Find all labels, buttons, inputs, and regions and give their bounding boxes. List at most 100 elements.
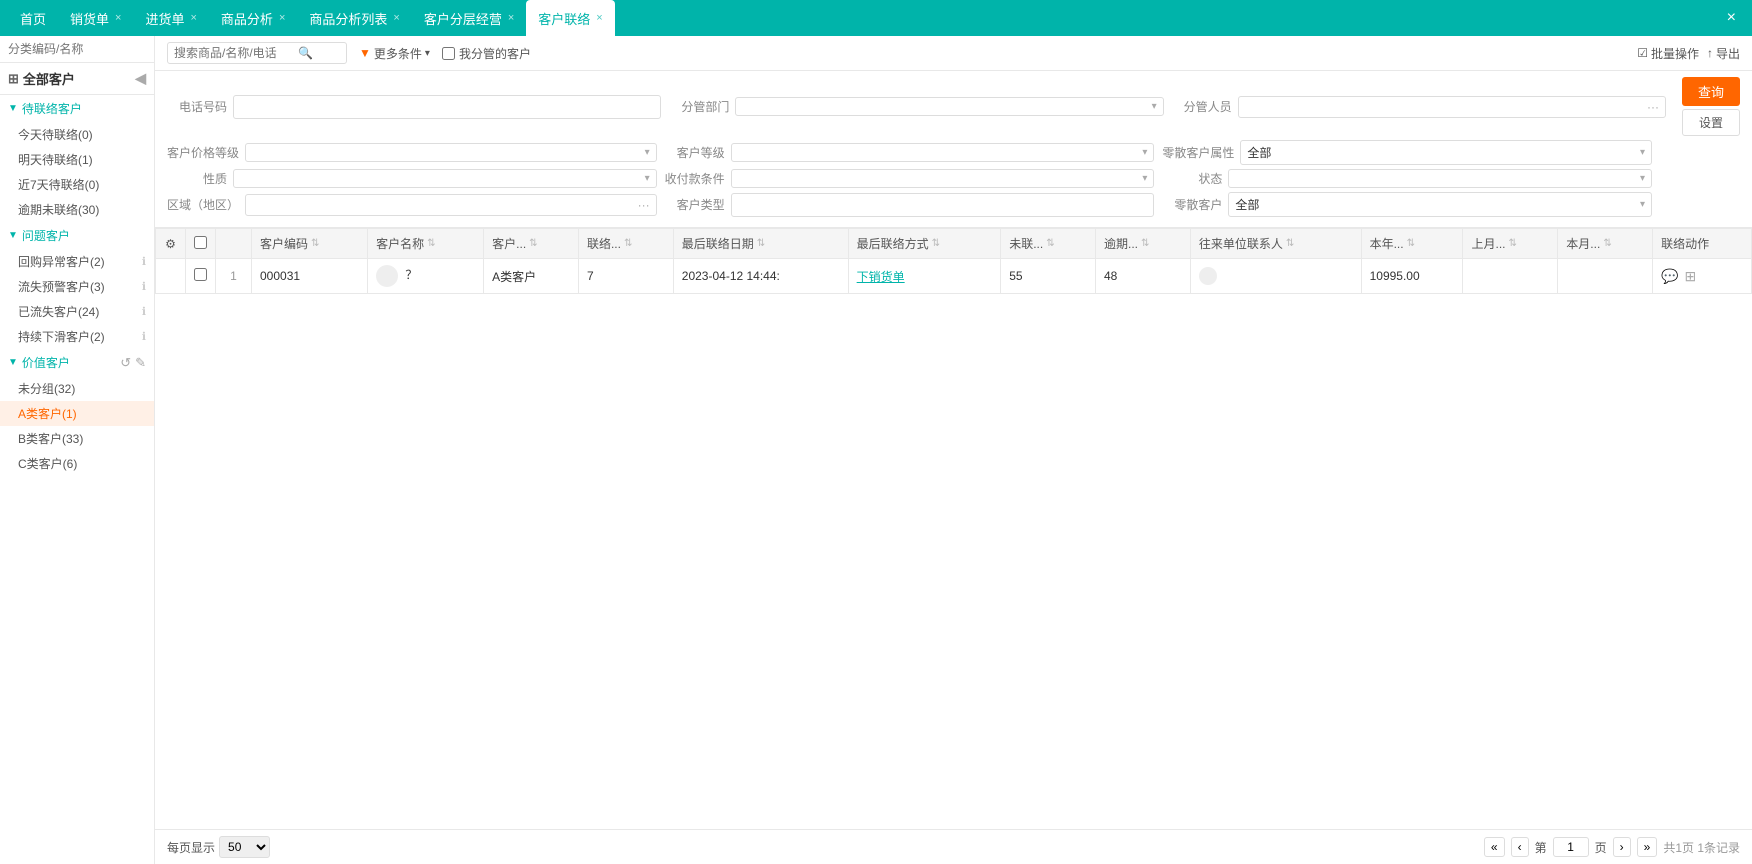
col-last-date[interactable]: 最后联络日期 ⇅ <box>673 229 848 259</box>
last-contact-way-link[interactable]: 下销货单 <box>857 270 905 284</box>
select-all-checkbox[interactable] <box>194 236 207 249</box>
retail-select[interactable]: 全部 ▾ <box>1228 192 1652 217</box>
sidebar-section-problem[interactable]: ▼ 问题客户 <box>0 222 154 249</box>
sort-overdue: ⇅ <box>1141 238 1149 249</box>
row-checkbox[interactable] <box>194 268 207 281</box>
sidebar-item-class-c[interactable]: C类客户(6) <box>0 451 154 476</box>
nav-tab-customer-tier[interactable]: 客户分层经营 × <box>412 0 526 36</box>
batch-op-btn[interactable]: ☑ 批量操作 <box>1637 45 1699 62</box>
nav-tab-analysis-list[interactable]: 商品分析列表 × <box>297 0 411 36</box>
col-last-way[interactable]: 最后联络方式 ⇅ <box>848 229 1001 259</box>
filter-mine-checkbox[interactable]: 我分管的客户 <box>442 45 531 62</box>
dept-select[interactable]: ▾ <box>735 97 1163 116</box>
customer-level-select[interactable]: ▾ <box>731 143 1155 162</box>
contact-action-icon[interactable]: 💬 <box>1661 268 1678 285</box>
sidebar-item-class-b[interactable]: B类客户(33) <box>0 426 154 451</box>
query-btn[interactable]: 查询 <box>1682 77 1740 106</box>
col-overdue[interactable]: 逾期... ⇅ <box>1096 229 1191 259</box>
sidebar-item-unclassified[interactable]: 未分组(32) <box>0 376 154 401</box>
sidebar-item-churned[interactable]: 已流失客户(24) ℹ <box>0 299 154 324</box>
customer-type-input[interactable] <box>731 193 1155 217</box>
row-last-way-cell[interactable]: 下销货单 <box>848 259 1001 294</box>
close-analysis-tab[interactable]: × <box>279 12 285 24</box>
close-customer-tier-tab[interactable]: × <box>508 12 514 24</box>
col-unit-contact[interactable]: 往来单位联系人 ⇅ <box>1190 229 1361 259</box>
row-unit-contact-cell <box>1190 259 1361 294</box>
grid-icon: ⊞ <box>8 71 19 87</box>
filter-search-icon[interactable]: 🔍 <box>298 46 313 60</box>
sidebar-section-value[interactable]: ▼ 价值客户 ↺ ✎ <box>0 349 154 376</box>
col-code[interactable]: 客户编码 ⇅ <box>252 229 368 259</box>
export-btn[interactable]: ↑ 导出 <box>1707 45 1740 62</box>
last-page-btn[interactable]: » <box>1637 837 1658 857</box>
row-checkbox-cell[interactable] <box>186 259 216 294</box>
page-size-selector: 每页显示 50 100 200 <box>167 836 270 858</box>
row-code-cell: 000031 <box>252 259 368 294</box>
col-type[interactable]: 客户... ⇅ <box>484 229 579 259</box>
col-contact-count[interactable]: 联络... ⇅ <box>578 229 673 259</box>
nature-select[interactable]: ▾ <box>233 169 657 188</box>
sidebar-item-7days[interactable]: 近7天待联络(0) <box>0 172 154 197</box>
close-all-tabs[interactable]: × <box>1727 9 1736 27</box>
close-customer-contact-tab[interactable]: × <box>596 12 602 24</box>
phone-input[interactable] <box>233 95 661 119</box>
sidebar-item-declining[interactable]: 持续下滑客户(2) ℹ <box>0 324 154 349</box>
row-settings-cell <box>156 259 186 294</box>
retail-attr-arrow: ▾ <box>1640 147 1645 158</box>
col-this-year[interactable]: 本年... ⇅ <box>1361 229 1463 259</box>
nav-tab-sales[interactable]: 销货单 × <box>58 0 133 36</box>
filter-cell-retail: 零散客户 全部 ▾ <box>1162 192 1652 217</box>
sidebar-item-repurchase-abnormal[interactable]: 回购异常客户(2) ℹ <box>0 249 154 274</box>
first-page-btn[interactable]: « <box>1484 837 1505 857</box>
edit-value-icon[interactable]: ✎ <box>135 355 146 371</box>
sidebar: 🔍 ⊞ 全部客户 ◀ ▼ 待联络客户 今天待联络(0) 明天待联络(1) 近7天… <box>0 36 155 864</box>
col-name[interactable]: 客户名称 ⇅ <box>368 229 484 259</box>
col-this-month[interactable]: 本月... ⇅ <box>1558 229 1653 259</box>
sidebar-all-customers-header[interactable]: ⊞ 全部客户 ◀ <box>0 63 154 95</box>
nav-tab-home[interactable]: 首页 <box>8 0 58 36</box>
page-number-input[interactable] <box>1553 837 1589 857</box>
close-purchase-tab[interactable]: × <box>190 12 196 24</box>
retail-attr-select[interactable]: 全部 ▾ <box>1240 140 1652 165</box>
section-arrow-value: ▼ <box>8 357 18 368</box>
payment-select[interactable]: ▾ <box>731 169 1155 188</box>
refresh-value-icon[interactable]: ↺ <box>120 355 131 371</box>
person-input[interactable]: ··· <box>1238 96 1666 118</box>
settings-btn[interactable]: 设置 <box>1682 109 1740 136</box>
info-icon-repurchase: ℹ <box>142 255 146 268</box>
sidebar-item-overdue[interactable]: 逾期未联络(30) <box>0 197 154 222</box>
row-last-date-cell: 2023-04-12 14:44: <box>673 259 848 294</box>
col-no-contact[interactable]: 未联... ⇅ <box>1001 229 1096 259</box>
col-last-month[interactable]: 上月... ⇅ <box>1463 229 1558 259</box>
sidebar-item-tomorrow[interactable]: 明天待联络(1) <box>0 147 154 172</box>
sidebar-item-churn-warning[interactable]: 流失预警客户(3) ℹ <box>0 274 154 299</box>
col-settings[interactable]: ⚙ <box>156 229 186 259</box>
status-select[interactable]: ▾ <box>1228 169 1652 188</box>
close-sales-tab[interactable]: × <box>115 12 121 24</box>
price-level-select[interactable]: ▾ <box>245 143 657 162</box>
page-size-dropdown[interactable]: 50 100 200 <box>219 836 270 858</box>
sidebar-section-pending[interactable]: ▼ 待联络客户 <box>0 95 154 122</box>
nav-tab-customer-contact[interactable]: 客户联络 × <box>526 0 614 36</box>
sidebar-search-input[interactable] <box>8 42 155 56</box>
sort-unit-contact: ⇅ <box>1286 238 1294 249</box>
prev-page-btn[interactable]: ‹ <box>1511 837 1529 857</box>
row-name-cell: ？ <box>368 259 484 294</box>
close-analysis-list-tab[interactable]: × <box>393 12 399 24</box>
collapse-sidebar-icon[interactable]: ◀ <box>135 70 146 87</box>
nav-tab-analysis[interactable]: 商品分析 × <box>209 0 297 36</box>
filter-more-btn[interactable]: ▼ 更多条件 ▾ <box>359 45 430 62</box>
filter-search-input[interactable] <box>174 46 294 60</box>
retail-arrow: ▾ <box>1640 199 1645 210</box>
region-input[interactable]: ··· <box>245 194 657 216</box>
nav-tab-purchase[interactable]: 进货单 × <box>133 0 208 36</box>
mine-checkbox[interactable] <box>442 47 455 60</box>
sidebar-item-class-a[interactable]: A类客户(1) <box>0 401 154 426</box>
sidebar-item-today[interactable]: 今天待联络(0) <box>0 122 154 147</box>
next-page-btn[interactable]: › <box>1613 837 1631 857</box>
col-checkbox[interactable] <box>186 229 216 259</box>
filter-cell-person: 分管人员 ··· <box>1172 96 1666 118</box>
person-dots: ··· <box>1647 100 1659 114</box>
more-action-icon[interactable]: ⊞ <box>1685 268 1697 285</box>
filter-row-3: 性质 ▾ 收付款条件 ▾ 状态 <box>167 169 1740 188</box>
